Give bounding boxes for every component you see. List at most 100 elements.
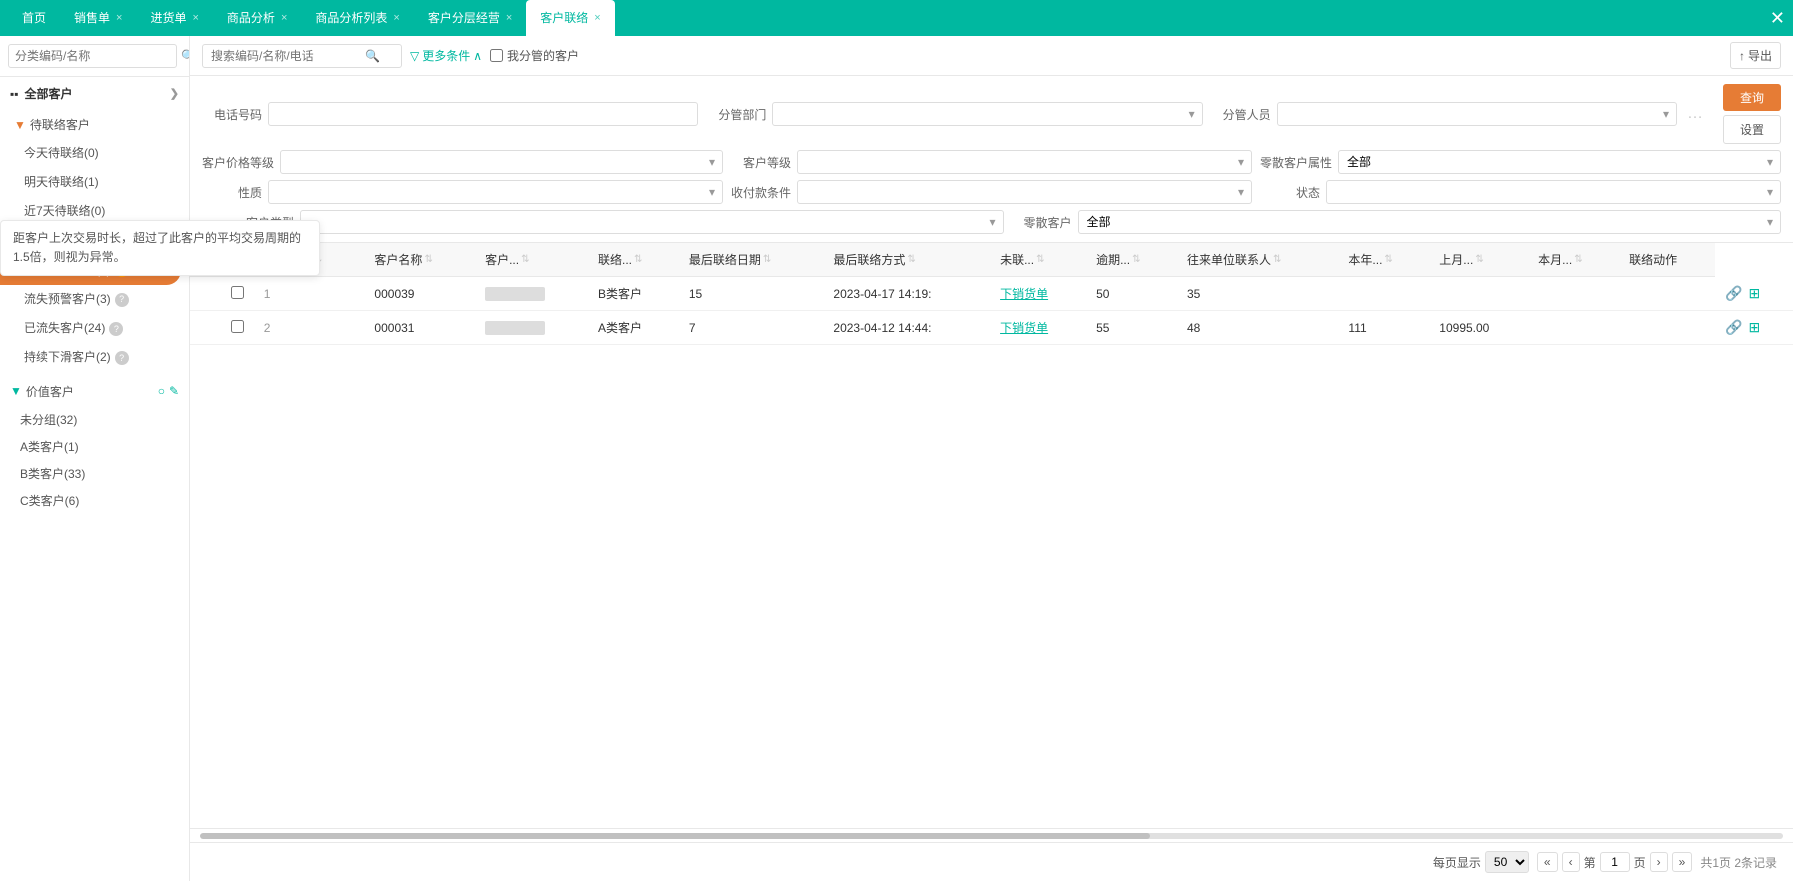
continuous-down-info-icon[interactable]: ?	[115, 351, 129, 365]
sidebar-item-tomorrow[interactable]: 明天待联络(1)	[0, 168, 189, 197]
status-select[interactable]	[1326, 180, 1781, 204]
last-page-button[interactable]: »	[1672, 852, 1693, 872]
price-grade-select[interactable]	[280, 150, 723, 174]
close-goods-list-icon[interactable]: ×	[393, 0, 399, 36]
td-overdue-1: 35	[1177, 277, 1338, 311]
query-button[interactable]: 查询	[1723, 84, 1781, 111]
td-code-2[interactable]: 000031	[364, 311, 475, 345]
first-page-button[interactable]: «	[1537, 852, 1558, 872]
th-last-contact-date[interactable]: 最后联络日期⇅	[679, 243, 824, 277]
close-customer-tier-icon[interactable]: ×	[506, 0, 512, 36]
td-code-1[interactable]: 000039	[364, 277, 475, 311]
sort-uncontact-icon: ⇅	[1036, 254, 1044, 265]
action-grid-icon-1[interactable]: ⊞	[1748, 285, 1760, 302]
action-grid-icon-2[interactable]: ⊞	[1748, 319, 1760, 336]
action-link-icon-2[interactable]: 🔗	[1725, 319, 1742, 336]
sidebar-value-group-header[interactable]: ▼ 价值客户 ○ ✎	[0, 377, 189, 406]
payment-select[interactable]	[797, 180, 1252, 204]
dept-select[interactable]	[772, 102, 1202, 126]
td-last-date-2: 2023-04-12 14:44:	[823, 311, 990, 345]
td-name-1	[475, 277, 588, 311]
nav-customer-tier[interactable]: 客户分层经营 ×	[414, 0, 526, 36]
sidebar-item-ungrouped[interactable]: 未分组(32)	[0, 406, 189, 433]
th-last-month[interactable]: 上月...⇅	[1429, 243, 1528, 277]
export-button[interactable]: ↑ 导出	[1730, 42, 1781, 69]
sidebar-collapse-icon[interactable]: ❯	[170, 87, 179, 100]
my-customer-checkbox[interactable]	[490, 49, 503, 62]
page-nav: « ‹ 第 页 › »	[1537, 852, 1692, 872]
phone-input[interactable]	[268, 102, 698, 126]
sidebar-search-icon[interactable]: 🔍	[181, 49, 190, 63]
sort-year-icon: ⇅	[1384, 254, 1392, 265]
close-purchase-icon[interactable]: ×	[192, 0, 198, 36]
sidebar-item-already-lost[interactable]: 已流失客户(24) ?	[0, 314, 189, 343]
gender-select[interactable]	[268, 180, 723, 204]
sort-method-icon: ⇅	[907, 254, 915, 265]
customer-grade-select[interactable]	[797, 150, 1252, 174]
th-this-year[interactable]: 本年...⇅	[1338, 243, 1429, 277]
td-uncontacted-2: 55	[1086, 311, 1177, 345]
th-name[interactable]: 客户名称⇅	[364, 243, 475, 277]
td-overdue-2: 48	[1177, 311, 1338, 345]
lost-warn-info-icon[interactable]: ?	[115, 293, 129, 307]
th-contact-count[interactable]: 联络...⇅	[588, 243, 679, 277]
nav-purchase[interactable]: 进货单 ×	[136, 0, 212, 36]
th-uncontacted[interactable]: 未联...⇅	[990, 243, 1086, 277]
sidebar-item-lost-warn[interactable]: 流失预警客户(3) ?	[0, 285, 189, 314]
nav-goods-analysis-list[interactable]: 商品分析列表 ×	[301, 0, 413, 36]
window-close-button[interactable]: ✕	[1770, 8, 1785, 29]
manager-select[interactable]	[1277, 102, 1677, 126]
row2-checkbox[interactable]	[231, 320, 244, 333]
more-filters-button[interactable]: ▽ 更多条件 ∧	[410, 47, 482, 64]
retail-customer-select[interactable]: 全部	[1078, 210, 1782, 234]
nav-goods-analysis[interactable]: 商品分析 ×	[213, 0, 301, 36]
sidebar-item-class-c[interactable]: C类客户(6)	[0, 487, 189, 514]
nav-home[interactable]: 首页	[8, 0, 60, 36]
nav-customer-contact[interactable]: 客户联络 ×	[526, 0, 614, 36]
sidebar-item-class-b[interactable]: B类客户(33)	[0, 460, 189, 487]
settings-button[interactable]: 设置	[1723, 115, 1781, 144]
sidebar-search-area: 🔍	[0, 36, 189, 77]
manager-more-icon[interactable]: …	[1683, 105, 1707, 123]
sidebar-search-input[interactable]	[8, 44, 177, 68]
filter-status: 状态 ▾	[1260, 180, 1781, 204]
close-goods-analysis-icon[interactable]: ×	[281, 0, 287, 36]
sort-date-icon: ⇅	[763, 254, 771, 265]
sidebar-item-continuous-down[interactable]: 持续下滑客户(2) ?	[0, 343, 189, 372]
next-page-button[interactable]: ›	[1650, 852, 1668, 872]
close-customer-contact-icon[interactable]: ×	[594, 0, 600, 36]
value-circle-icon[interactable]: ○	[158, 384, 165, 398]
filter-form: 电话号码 分管部门 ▾ 分管人员 ▾ …	[190, 76, 1793, 243]
already-lost-info-icon[interactable]: ?	[109, 322, 123, 336]
search-input[interactable]	[211, 49, 361, 63]
sidebar-pending-header[interactable]: ▼ 待联络客户	[0, 110, 189, 139]
td-year-2: 10995.00	[1429, 311, 1528, 345]
th-last-contact-method[interactable]: 最后联络方式⇅	[823, 243, 990, 277]
action-link-icon-1[interactable]: 🔗	[1725, 285, 1742, 302]
sidebar-all-customers[interactable]: ▪▪ 全部客户 ❯	[0, 77, 189, 110]
th-contact-person[interactable]: 往来单位联系人⇅	[1177, 243, 1338, 277]
prev-page-button[interactable]: ‹	[1562, 852, 1580, 872]
sidebar-item-class-a[interactable]: A类客户(1)	[0, 433, 189, 460]
th-customer-type[interactable]: 客户...⇅	[475, 243, 588, 277]
close-sales-icon[interactable]: ×	[116, 0, 122, 36]
retail-customer-select-wrap: 全部 ▾	[1078, 210, 1782, 234]
tooltip-box: 距客户上次交易时长，超过了此客户的平均交易周期的1.5倍，则视为异常。	[0, 220, 320, 276]
gender-select-wrap: ▾	[268, 180, 723, 204]
th-this-month[interactable]: 本月...⇅	[1528, 243, 1619, 277]
td-lastmonth-2	[1528, 311, 1619, 345]
value-edit-icon[interactable]: ✎	[169, 384, 179, 398]
h-scrollbar[interactable]	[200, 833, 1783, 839]
retail-attr-select[interactable]: 全部	[1338, 150, 1781, 174]
td-contact-count-2: 7	[679, 311, 824, 345]
filter-customer-grade: 客户等级 ▾	[731, 150, 1252, 174]
th-overdue[interactable]: 逾期...⇅	[1086, 243, 1177, 277]
page-input[interactable]	[1600, 852, 1630, 872]
search-bar-icon[interactable]: 🔍	[365, 49, 380, 63]
dept-select-wrap: ▾	[772, 102, 1202, 126]
nav-sales[interactable]: 销售单 ×	[60, 0, 136, 36]
sidebar-item-today[interactable]: 今天待联络(0)	[0, 139, 189, 168]
customer-type-select[interactable]	[300, 210, 1004, 234]
per-page-select[interactable]: 50	[1485, 851, 1529, 873]
row1-checkbox[interactable]	[231, 286, 244, 299]
